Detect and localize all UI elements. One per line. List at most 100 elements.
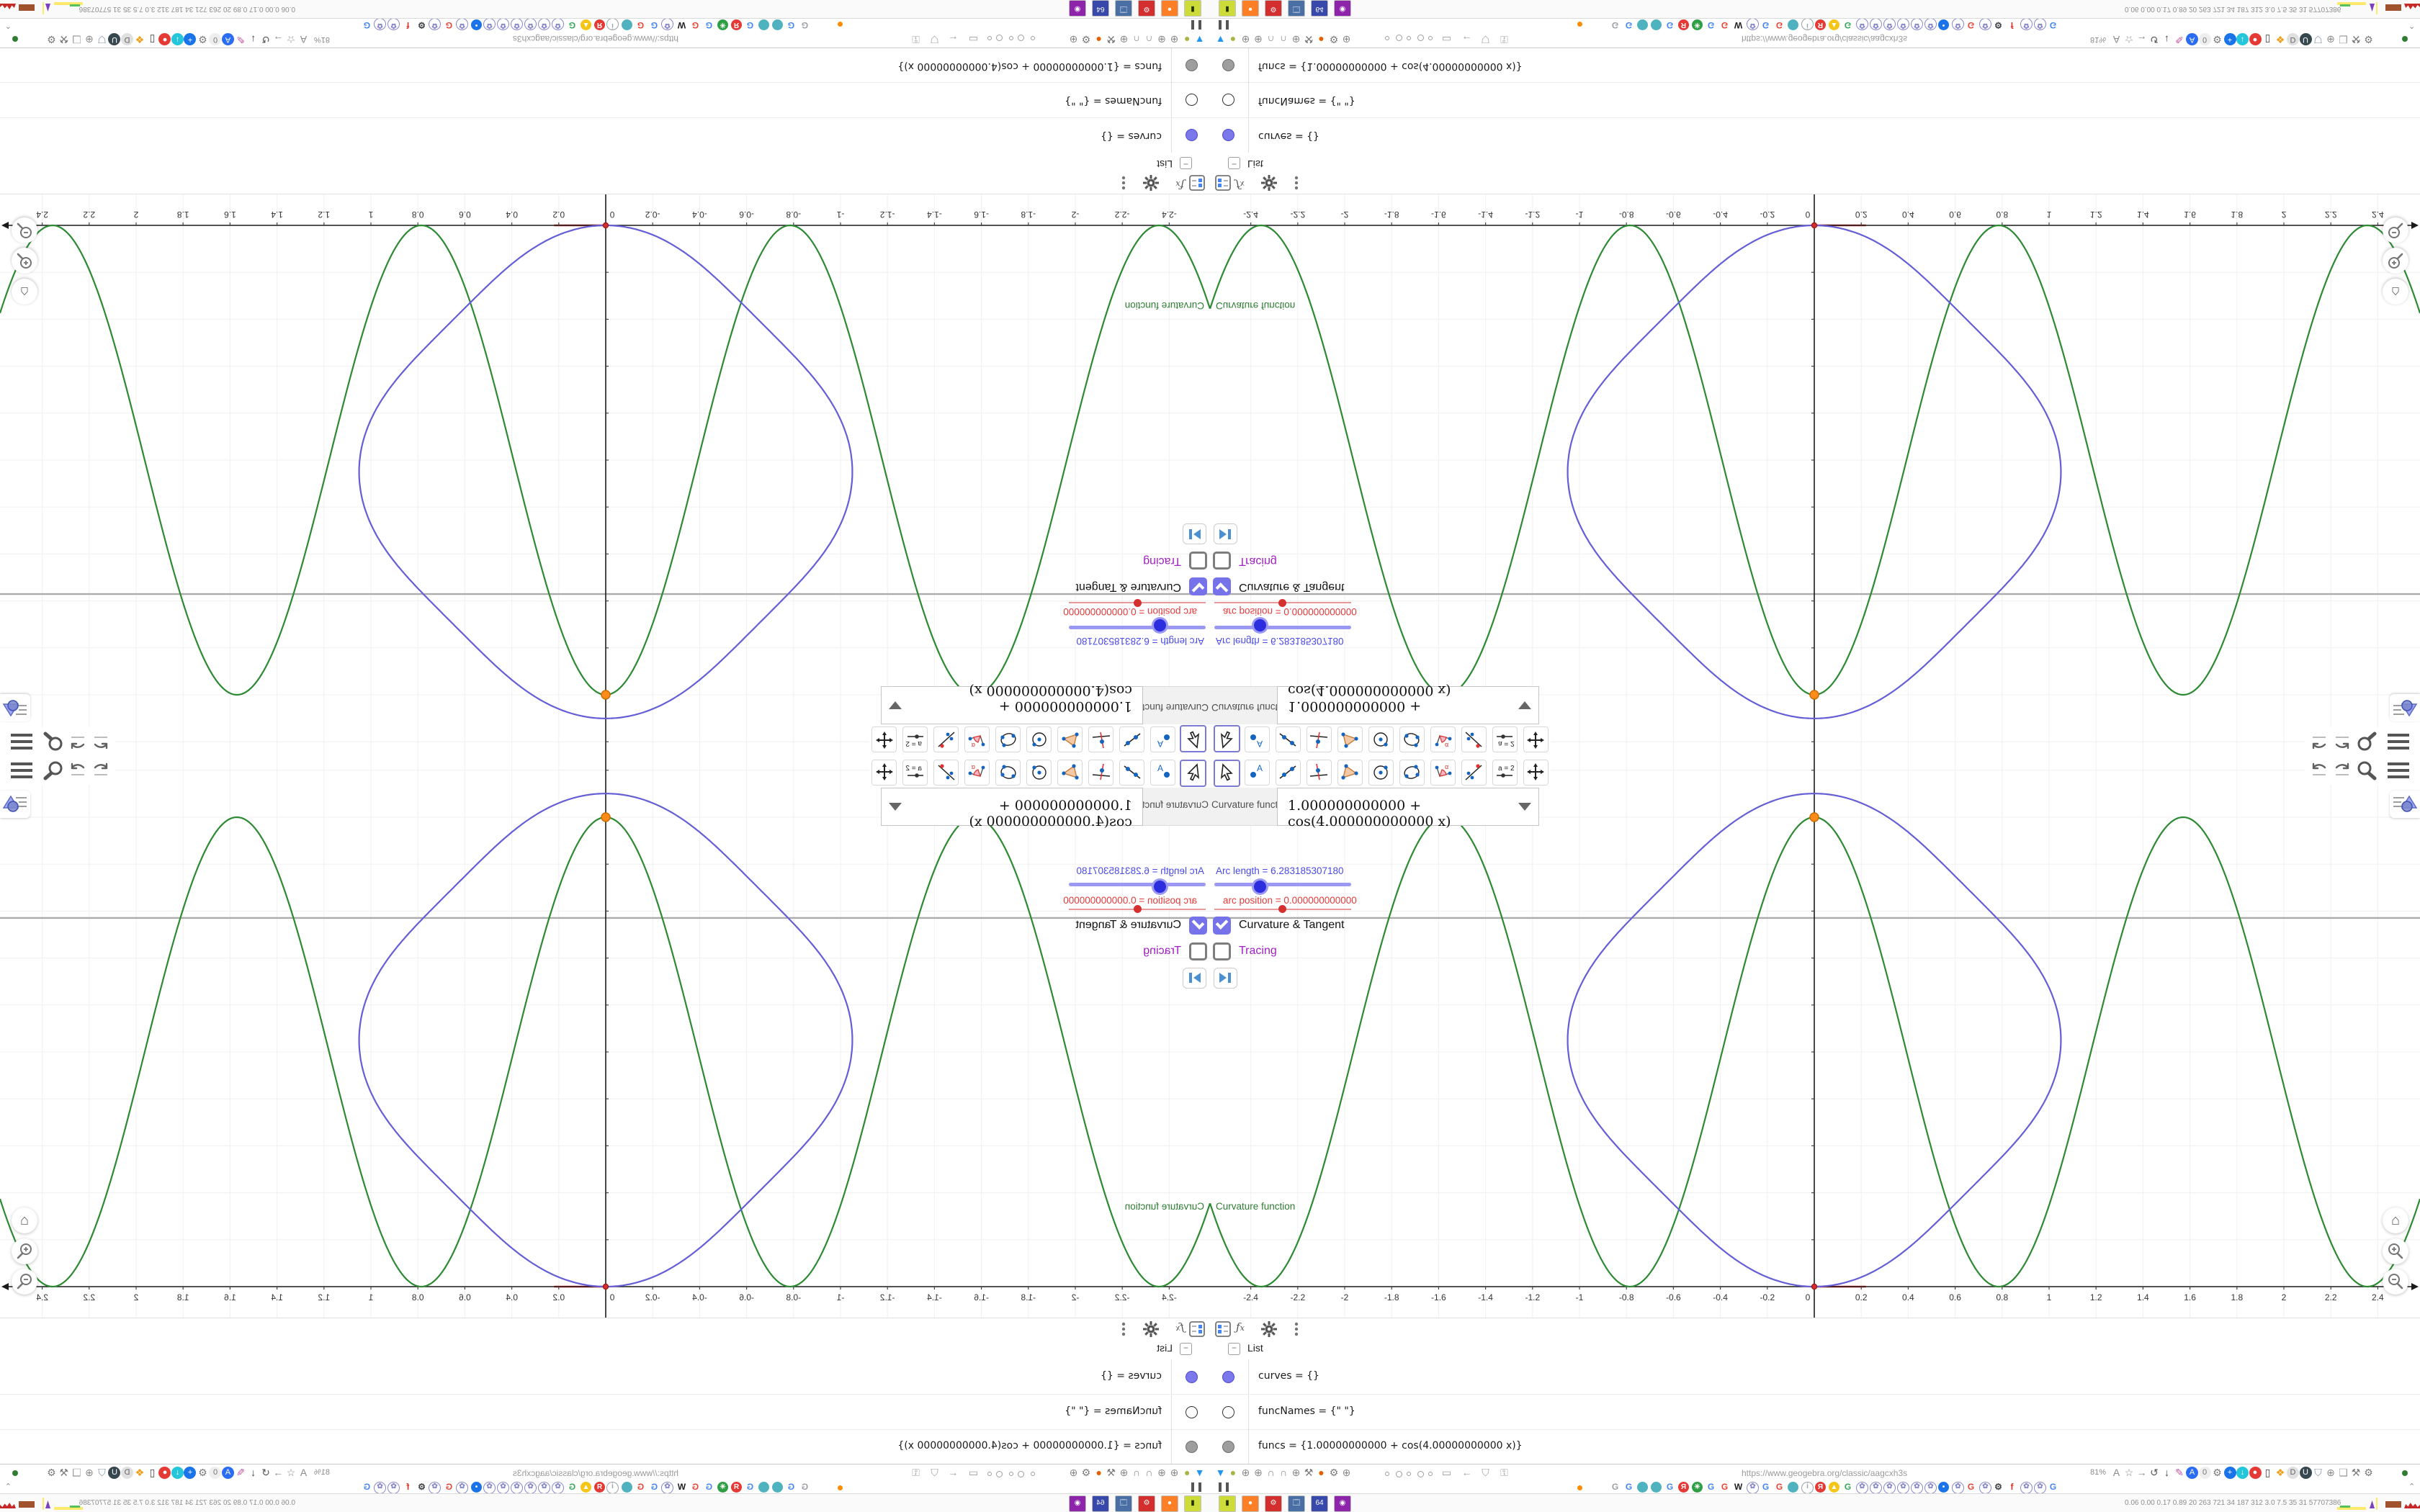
pinned-tab-favicon[interactable]: f bbox=[2007, 1482, 2017, 1493]
pinned-tab-favicon[interactable]: G bbox=[1774, 1482, 1785, 1493]
url-text[interactable]: https://www.geogebra.org/classic/aagcxh3… bbox=[1742, 1468, 1950, 1478]
download-icon[interactable]: ↓ bbox=[247, 1467, 259, 1479]
pinned-tab-favicon[interactable]: ✿ bbox=[1870, 18, 1882, 30]
down-badge-icon[interactable]: ↓ bbox=[171, 1467, 184, 1479]
arc-length-slider[interactable] bbox=[1214, 883, 1351, 886]
gear-icon[interactable]: ⚙ bbox=[2362, 33, 2375, 45]
pinned-tab-favicon[interactable]: ▲ bbox=[1829, 19, 1839, 30]
menu-hamburger-icon[interactable] bbox=[2386, 732, 2411, 751]
reload-icon[interactable]: ↺ bbox=[2148, 1467, 2161, 1479]
zoom-in-button[interactable] bbox=[12, 1238, 37, 1264]
orange-dot-icon[interactable] bbox=[838, 22, 843, 27]
pinned-tab-favicon[interactable] bbox=[772, 1482, 783, 1493]
trash-icon[interactable]: ▯ bbox=[146, 1467, 158, 1479]
perpendicular-line-tool[interactable] bbox=[1088, 726, 1113, 752]
share-icon[interactable]: ❖ bbox=[134, 33, 146, 45]
back-icon[interactable]: ← bbox=[1461, 1467, 1473, 1479]
d-box-icon[interactable]: D bbox=[121, 33, 133, 45]
home-button[interactable]: ⌂ bbox=[12, 1207, 37, 1233]
polygon-tool[interactable] bbox=[1057, 726, 1083, 752]
lock-icon[interactable]: ⚿ bbox=[910, 1467, 922, 1479]
pinned-tab-favicon[interactable]: Я bbox=[1815, 1482, 1826, 1493]
perpendicular-line-tool[interactable] bbox=[1307, 760, 1332, 786]
play-pause-button[interactable] bbox=[1214, 523, 1237, 544]
pinned-tab-favicon[interactable]: f bbox=[2007, 19, 2017, 30]
olive-dot-icon[interactable]: ● bbox=[1181, 33, 1193, 45]
pinned-tab-favicon[interactable]: ✿ bbox=[374, 18, 386, 30]
gear-icon[interactable]: ⚙ bbox=[1328, 1467, 1340, 1479]
slider-tool[interactable]: a = 2 bbox=[1492, 726, 1518, 752]
pinned-tab-favicon[interactable]: ✿ bbox=[456, 1482, 468, 1494]
gear-icon[interactable]: ⚙ bbox=[45, 33, 58, 45]
pinned-tab-favicon[interactable]: G bbox=[362, 19, 372, 30]
globe-icon[interactable]: ⊕ bbox=[2325, 1467, 2337, 1479]
pinned-tab-favicon[interactable]: ✳ bbox=[1692, 19, 1703, 30]
collapse-chevron-icon[interactable]: ⌃ bbox=[2408, 1482, 2415, 1491]
dropdown-caret-icon[interactable] bbox=[1518, 701, 1531, 709]
collapse-chevron-icon[interactable]: ⌃ bbox=[5, 21, 12, 30]
pinned-tab-favicon[interactable] bbox=[1788, 19, 1798, 30]
slider-tool[interactable]: a = 2 bbox=[902, 760, 928, 786]
forward-icon[interactable]: → bbox=[2136, 1467, 2148, 1479]
folder-icon[interactable]: ▭ bbox=[967, 1467, 980, 1479]
best-fit-line-tool[interactable] bbox=[933, 760, 959, 786]
pinned-tab-favicon[interactable]: G bbox=[362, 1482, 372, 1493]
record-icon[interactable]: ● bbox=[2249, 33, 2262, 45]
play-pause-button[interactable] bbox=[1214, 968, 1237, 989]
redo-icon[interactable] bbox=[68, 762, 86, 778]
pinned-tab-favicon[interactable]: ⚙ bbox=[416, 19, 427, 30]
uo-badge-icon[interactable]: U bbox=[2299, 1467, 2312, 1479]
filter-funnel-icon[interactable]: ▼ bbox=[1214, 1467, 1227, 1479]
pinned-tab-favicon[interactable]: ✿ bbox=[661, 1482, 673, 1494]
star-icon[interactable]: ☆ bbox=[2123, 33, 2136, 45]
algebra-row[interactable]: funcs = {1.00000000000 + cos(4.000000000… bbox=[0, 1429, 1210, 1464]
arc-length-slider[interactable] bbox=[1069, 626, 1206, 629]
pause-icon[interactable] bbox=[1219, 20, 1222, 30]
move-tool[interactable] bbox=[1214, 760, 1240, 787]
translate-blue-icon[interactable]: A bbox=[2186, 33, 2198, 45]
visibility-marble[interactable] bbox=[1222, 59, 1234, 71]
pinned-tab-favicon[interactable]: • bbox=[1938, 19, 1949, 30]
wrench-icon[interactable]: ⚒ bbox=[58, 33, 71, 45]
pinned-tab-favicon[interactable]: ✳ bbox=[717, 1482, 728, 1493]
conic-through-points-tool[interactable] bbox=[995, 726, 1021, 752]
arc-icon[interactable]: ∩ bbox=[1131, 33, 1143, 45]
pinned-tab-favicon[interactable]: ✿ bbox=[524, 18, 537, 30]
collapse-chevron-icon[interactable]: ⌃ bbox=[2408, 21, 2415, 30]
back-icon[interactable]: ← bbox=[947, 33, 959, 45]
play-pause-button[interactable] bbox=[1183, 523, 1206, 544]
url-text[interactable]: https://www.geogebra.org/classic/aagcxh3… bbox=[470, 34, 678, 44]
fx-icon[interactable]: ƒx bbox=[1236, 174, 1253, 192]
floppy64-icon[interactable]: 64 bbox=[1311, 1495, 1328, 1512]
gear-icon[interactable]: ⚙ bbox=[1080, 33, 1093, 45]
firefox-icon[interactable]: ● bbox=[1242, 0, 1259, 17]
reload-icon[interactable]: ↺ bbox=[2148, 33, 2161, 45]
pinned-tab-favicon[interactable]: ✿ bbox=[387, 18, 400, 30]
firefox-icon[interactable]: ● bbox=[1315, 1467, 1327, 1479]
circle-tool[interactable] bbox=[1368, 726, 1394, 752]
orange-dot-icon[interactable] bbox=[838, 1485, 843, 1490]
algebra-row[interactable]: funcs = {1.00000000000 + cos(4.000000000… bbox=[1210, 48, 2420, 83]
pinned-tab-favicon[interactable] bbox=[1637, 19, 1648, 30]
puzzle-icon[interactable]: ❏ bbox=[2337, 33, 2349, 45]
shield-icon[interactable]: ⛉ bbox=[1479, 33, 1492, 45]
move-tool[interactable] bbox=[1214, 725, 1240, 752]
trash-icon[interactable]: ▯ bbox=[146, 33, 158, 45]
pinned-tab-favicon[interactable]: ✿ bbox=[387, 1482, 400, 1494]
pinned-tab-favicon[interactable]: G bbox=[786, 19, 797, 30]
collapse-button[interactable]: − bbox=[1180, 1343, 1192, 1355]
undo-icon[interactable] bbox=[2311, 734, 2329, 750]
pinned-tab-favicon[interactable]: ✿ bbox=[1979, 1482, 1991, 1494]
pinned-tab-favicon[interactable]: ✿ bbox=[1747, 1482, 1759, 1494]
pinned-tab-favicon[interactable]: ✿ bbox=[1911, 18, 1923, 30]
reload-icon[interactable]: ↺ bbox=[260, 1467, 272, 1479]
zoom-in-button[interactable] bbox=[12, 248, 37, 274]
pinned-tab-favicon[interactable]: ✿ bbox=[2034, 1482, 2046, 1494]
pinned-tab-favicon[interactable]: G bbox=[649, 1482, 660, 1493]
move-tool[interactable] bbox=[1180, 725, 1206, 752]
pen-icon[interactable]: ✎ bbox=[235, 33, 247, 45]
globe-icon[interactable]: ⊕ bbox=[1252, 1467, 1265, 1479]
pinned-tab-favicon[interactable]: • bbox=[471, 1482, 482, 1493]
search-icon[interactable] bbox=[2355, 759, 2378, 782]
d-box-icon[interactable]: D bbox=[2287, 1467, 2299, 1479]
